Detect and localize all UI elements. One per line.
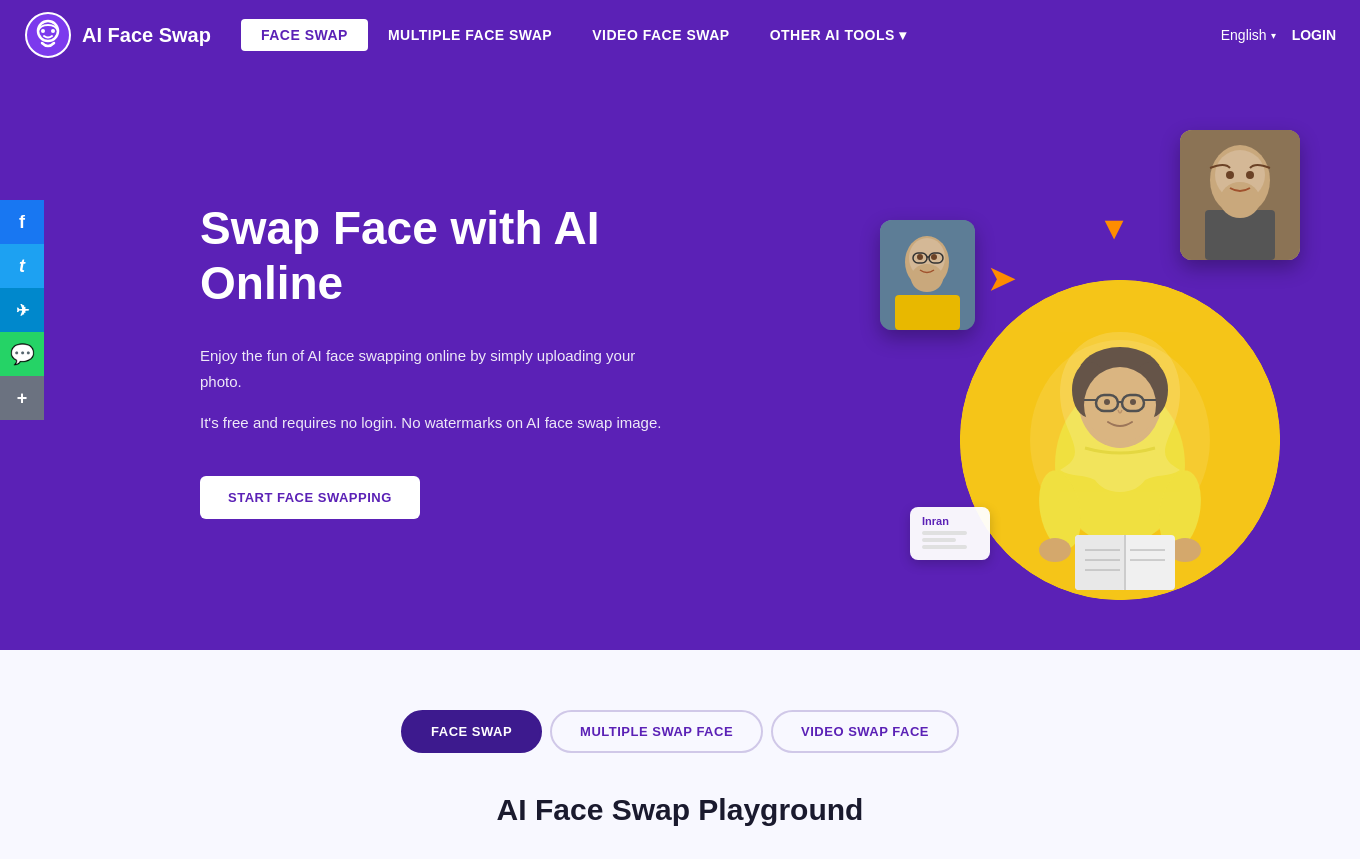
hero-title: Swap Face with AI Online — [200, 201, 680, 311]
portrait-card — [1180, 130, 1300, 260]
svg-point-16 — [917, 254, 923, 260]
nav-right: English ▾ LOGIN — [1221, 27, 1336, 43]
facebook-icon: f — [19, 212, 25, 233]
svg-point-0 — [26, 13, 70, 57]
telegram-icon: ✈ — [16, 301, 29, 320]
profile-line-2 — [922, 538, 956, 542]
svg-point-8 — [1220, 182, 1260, 218]
portrait-face-image — [1180, 130, 1300, 260]
snapchat-ghost-icon — [1020, 312, 1220, 512]
tab-face-swap[interactable]: FACE SWAP — [401, 710, 542, 753]
whatsapp-share-button[interactable]: 💬 — [0, 332, 44, 376]
main-circle-content — [960, 280, 1280, 600]
telegram-share-button[interactable]: ✈ — [0, 288, 44, 332]
hero-content: Swap Face with AI Online Enjoy the fun o… — [200, 201, 680, 519]
hero-section: Swap Face with AI Online Enjoy the fun o… — [0, 70, 1360, 650]
profile-name-label: Inran — [922, 515, 978, 527]
tab-row: FACE SWAP MULTIPLE SWAP FACE VIDEO SWAP … — [401, 710, 959, 753]
arrow-right-icon: ➤ — [988, 260, 1015, 298]
lower-section: FACE SWAP MULTIPLE SWAP FACE VIDEO SWAP … — [0, 650, 1360, 859]
twitter-icon: t — [19, 256, 25, 277]
arrow-down-icon: ▼ — [1098, 210, 1130, 247]
facebook-share-button[interactable]: f — [0, 200, 44, 244]
profile-line-1 — [922, 531, 967, 535]
nav-other-ai-tools[interactable]: OTHER AI TOOLS — [750, 19, 927, 51]
share-icon: + — [17, 388, 28, 409]
language-selector[interactable]: English ▾ — [1221, 27, 1276, 43]
social-sidebar: f t ✈ 💬 + — [0, 200, 44, 420]
lang-chevron-icon: ▾ — [1271, 30, 1276, 41]
hero-illustration: ➤ ▼ — [880, 120, 1300, 600]
hero-description-2: It's free and requires no login. No wate… — [200, 410, 680, 436]
twitter-share-button[interactable]: t — [0, 244, 44, 288]
logo-icon — [24, 11, 72, 59]
svg-rect-21 — [895, 295, 960, 330]
nav-links: FACE SWAP MULTIPLE FACE SWAP VIDEO FACE … — [241, 19, 926, 51]
tab-video-swap-face[interactable]: VIDEO SWAP FACE — [771, 710, 959, 753]
svg-point-15 — [911, 264, 943, 292]
tab-multiple-swap-face[interactable]: MULTIPLE SWAP FACE — [550, 710, 763, 753]
logo-link[interactable]: AI Face Swap — [24, 11, 211, 59]
svg-point-17 — [931, 254, 937, 260]
svg-point-9 — [1226, 171, 1234, 179]
share-button[interactable]: + — [0, 376, 44, 420]
nav-multiple-face-swap[interactable]: MULTIPLE FACE SWAP — [368, 19, 572, 51]
svg-point-2 — [41, 29, 45, 33]
portrait-svg — [1180, 130, 1300, 260]
navbar: AI Face Swap FACE SWAP MULTIPLE FACE SWA… — [0, 0, 1360, 70]
logo-text: AI Face Swap — [82, 24, 211, 47]
whatsapp-icon: 💬 — [10, 342, 35, 366]
profile-line-3 — [922, 545, 967, 549]
svg-point-3 — [51, 29, 55, 33]
nav-face-swap[interactable]: FACE SWAP — [241, 19, 368, 51]
source-svg — [880, 220, 975, 330]
svg-rect-42 — [1075, 535, 1125, 590]
playground-title: AI Face Swap Playground — [497, 793, 864, 827]
hero-description-1: Enjoy the fun of AI face swapping online… — [200, 343, 680, 394]
profile-overlay-card: Inran — [910, 507, 990, 560]
login-button[interactable]: LOGIN — [1292, 27, 1336, 43]
chevron-down-icon — [899, 27, 907, 43]
start-face-swapping-button[interactable]: START FACE SWAPPING — [200, 476, 420, 519]
source-card — [880, 220, 975, 330]
main-result-circle — [960, 280, 1280, 600]
svg-point-10 — [1246, 171, 1254, 179]
svg-point-39 — [1039, 538, 1071, 562]
nav-video-face-swap[interactable]: VIDEO FACE SWAP — [572, 19, 749, 51]
